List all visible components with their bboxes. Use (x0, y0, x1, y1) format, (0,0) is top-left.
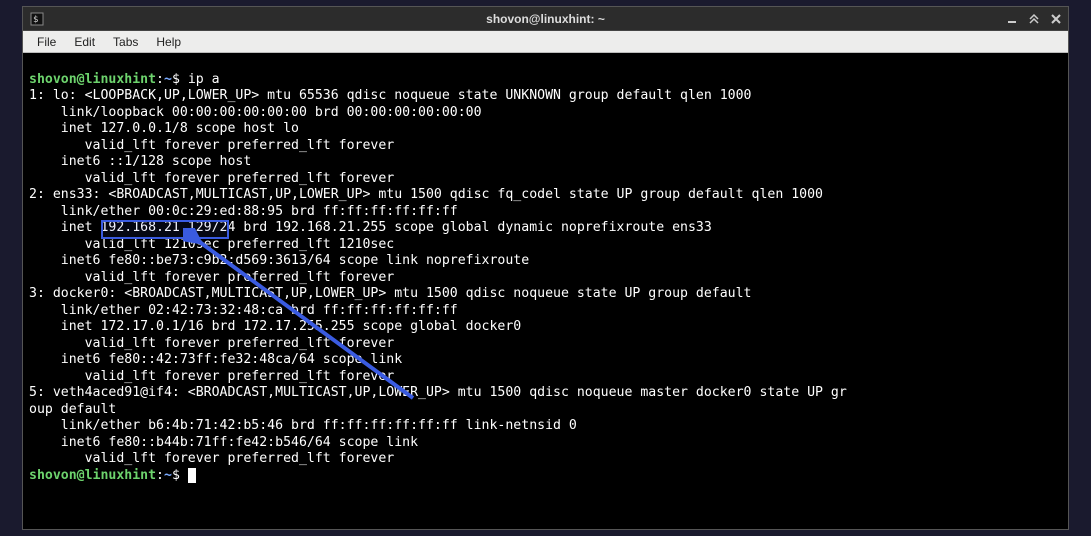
prompt-user: shovon@linuxhint (29, 468, 156, 483)
output-line: oup default (29, 402, 116, 417)
minimize-button[interactable] (1004, 11, 1020, 27)
prompt-path: ~ (164, 468, 172, 483)
command-ip-a: ip a (188, 72, 220, 87)
menubar: File Edit Tabs Help (23, 31, 1068, 53)
output-line: valid_lft forever preferred_lft forever (29, 171, 394, 186)
output-line: inet 127.0.0.1/8 scope host lo (29, 121, 299, 136)
titlebar[interactable]: $ shovon@linuxhint: ~ (23, 7, 1068, 31)
output-line: 5: veth4aced91@if4: <BROADCAST,MULTICAST… (29, 385, 847, 400)
cursor (188, 468, 196, 483)
output-line: link/loopback 00:00:00:00:00:00 brd 00:0… (29, 105, 482, 120)
output-line: inet6 ::1/128 scope host (29, 154, 251, 169)
output-line: valid_lft 1210sec preferred_lft 1210sec (29, 237, 394, 252)
menu-file[interactable]: File (29, 33, 64, 51)
app-icon: $ (29, 11, 45, 27)
output-line: link/ether b6:4b:71:42:b5:46 brd ff:ff:f… (29, 418, 577, 433)
prompt-sep: : (156, 72, 164, 87)
output-line: inet6 fe80::be73:c9b2:d569:3613/64 scope… (29, 253, 529, 268)
menu-edit[interactable]: Edit (66, 33, 103, 51)
prompt-sep: : (156, 468, 164, 483)
output-line: inet6 fe80::b44b:71ff:fe42:b546/64 scope… (29, 435, 418, 450)
prompt-sigil: $ (172, 468, 180, 483)
output-line: 2: ens33: <BROADCAST,MULTICAST,UP,LOWER_… (29, 187, 823, 202)
output-line: link/ether 02:42:73:32:48:ca brd ff:ff:f… (29, 303, 458, 318)
terminal-window: $ shovon@linuxhint: ~ File Edit Tabs Hel… (22, 6, 1069, 530)
window-title: shovon@linuxhint: ~ (23, 12, 1068, 26)
output-line: 1: lo: <LOOPBACK,UP,LOWER_UP> mtu 65536 … (29, 88, 752, 103)
output-line: inet 192.168.21.129/24 brd 192.168.21.25… (29, 220, 712, 235)
terminal-area[interactable]: shovon@linuxhint:~$ ip a 1: lo: <LOOPBAC… (23, 53, 1068, 529)
output-line: 3: docker0: <BROADCAST,MULTICAST,UP,LOWE… (29, 286, 752, 301)
prompt-sigil: $ (172, 72, 180, 87)
output-line: valid_lft forever preferred_lft forever (29, 138, 394, 153)
output-line: valid_lft forever preferred_lft forever (29, 336, 394, 351)
output-line: inet 172.17.0.1/16 brd 172.17.255.255 sc… (29, 319, 521, 334)
close-button[interactable] (1048, 11, 1064, 27)
menu-tabs[interactable]: Tabs (105, 33, 146, 51)
output-line: valid_lft forever preferred_lft forever (29, 451, 394, 466)
svg-text:$: $ (33, 15, 38, 25)
output-line: link/ether 00:0c:29:ed:88:95 brd ff:ff:f… (29, 204, 458, 219)
output-line: inet6 fe80::42:73ff:fe32:48ca/64 scope l… (29, 352, 402, 367)
menu-help[interactable]: Help (148, 33, 189, 51)
output-line: valid_lft forever preferred_lft forever (29, 369, 394, 384)
output-line: valid_lft forever preferred_lft forever (29, 270, 394, 285)
prompt-user: shovon@linuxhint (29, 72, 156, 87)
prompt-path: ~ (164, 72, 172, 87)
maximize-button[interactable] (1026, 11, 1042, 27)
